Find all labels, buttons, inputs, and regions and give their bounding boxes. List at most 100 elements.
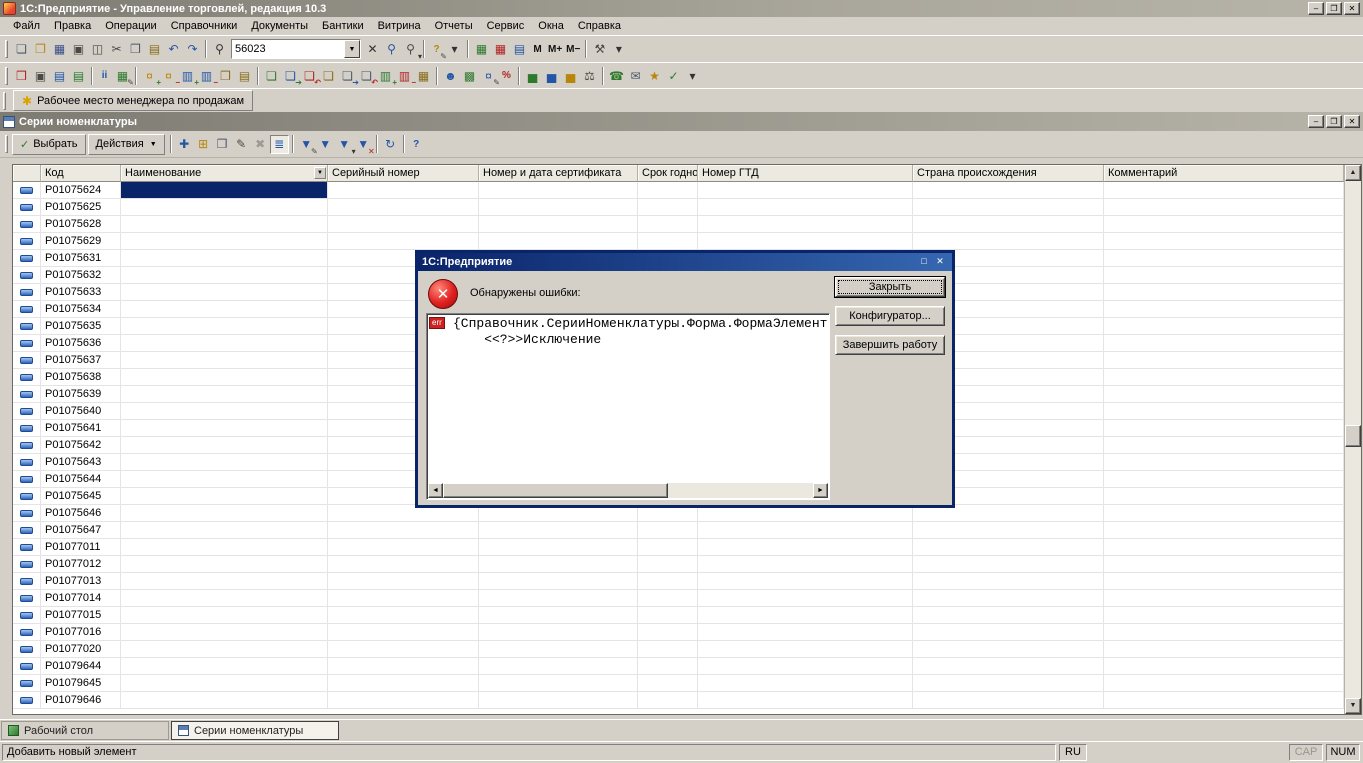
table-row[interactable]: P01075647 — [13, 522, 1344, 539]
row-marker-cell[interactable] — [13, 267, 41, 284]
grid-cell[interactable] — [1104, 573, 1344, 590]
column-header[interactable]: Номер ГТД — [698, 165, 913, 182]
grid-cell[interactable] — [328, 607, 479, 624]
column-header[interactable]: Номер и дата сертификата — [479, 165, 638, 182]
row-marker-cell[interactable] — [13, 675, 41, 692]
search-combobox[interactable]: ▼ — [231, 39, 361, 59]
code-cell[interactable]: P01075636 — [41, 335, 121, 352]
memory-plus-icon[interactable]: М+ — [546, 40, 564, 59]
grid-cell[interactable] — [1104, 420, 1344, 437]
grid-cell[interactable] — [121, 675, 328, 692]
reports-icon[interactable]: ❒ — [12, 66, 31, 85]
inventory-icon[interactable]: ▦ — [414, 66, 433, 85]
grid-cell[interactable] — [121, 182, 328, 199]
grid-cell[interactable] — [913, 607, 1104, 624]
grid-cell[interactable] — [328, 590, 479, 607]
grid-cell[interactable] — [638, 607, 698, 624]
grid-cell[interactable] — [638, 590, 698, 607]
grid-cell[interactable] — [121, 692, 328, 709]
grid-cell[interactable] — [328, 641, 479, 658]
price-setting-icon[interactable]: ¤ ✎ — [479, 66, 500, 88]
grid-cell[interactable] — [1104, 233, 1344, 250]
menu-item[interactable]: Файл — [6, 18, 47, 34]
code-cell[interactable]: P01075647 — [41, 522, 121, 539]
discounts-icon[interactable]: % — [498, 66, 515, 85]
row-marker-cell[interactable] — [13, 641, 41, 658]
grid-cell[interactable] — [479, 590, 638, 607]
advance-report-icon[interactable]: ▤ — [235, 66, 254, 85]
purchase-invoice-icon[interactable]: ❏ ➔ — [338, 66, 359, 88]
code-cell[interactable]: P01077012 — [41, 556, 121, 573]
code-cell[interactable]: P01077020 — [41, 641, 121, 658]
grid-cell[interactable] — [698, 692, 913, 709]
grid-cell[interactable] — [1104, 658, 1344, 675]
grid-cell[interactable] — [638, 641, 698, 658]
grid-cell[interactable] — [121, 267, 328, 284]
table-row[interactable]: P01077014 — [13, 590, 1344, 607]
grid-cell[interactable] — [1104, 539, 1344, 556]
scroll-down-icon[interactable]: ▼ — [1345, 698, 1361, 714]
menu-item[interactable]: Справочники — [164, 18, 245, 34]
grid-cell[interactable] — [1104, 471, 1344, 488]
scroll-right-icon[interactable]: ► — [813, 483, 828, 498]
grid-cell[interactable] — [121, 624, 328, 641]
menu-item[interactable]: Операции — [98, 18, 163, 34]
close-icon[interactable]: ✕ — [1344, 2, 1360, 15]
child-close-icon[interactable]: ✕ — [1344, 115, 1360, 128]
code-cell[interactable]: P01079644 — [41, 658, 121, 675]
grid-cell[interactable] — [698, 641, 913, 658]
grid-cell[interactable] — [1104, 403, 1344, 420]
filter-by-value-icon[interactable]: ▼ ✎ — [297, 135, 317, 156]
cash-receipt-icon[interactable]: ¤ + — [140, 66, 161, 88]
row-marker-cell[interactable] — [13, 624, 41, 641]
row-marker-cell[interactable] — [13, 437, 41, 454]
grid-cell[interactable] — [913, 556, 1104, 573]
copy-item-icon[interactable]: ❒ — [213, 135, 232, 154]
row-marker-cell[interactable] — [13, 386, 41, 403]
delete-item-icon[interactable]: ✖ — [251, 135, 270, 154]
grid-cell[interactable] — [1104, 556, 1344, 573]
events-icon[interactable]: ★ — [645, 66, 664, 85]
code-cell[interactable]: P01075642 — [41, 437, 121, 454]
menu-item[interactable]: Отчеты — [428, 18, 480, 34]
menu-item[interactable]: Бантики — [315, 18, 371, 34]
search-input[interactable] — [232, 40, 344, 58]
payment-out-icon[interactable]: ▥ − — [197, 66, 218, 88]
mail-icon[interactable]: ✉ — [626, 66, 645, 85]
print-preview-icon[interactable]: ◫ — [88, 40, 107, 59]
restore-icon[interactable]: ❐ — [1326, 2, 1342, 15]
grid-cell[interactable] — [638, 539, 698, 556]
row-marker-cell[interactable] — [13, 403, 41, 420]
menu-item[interactable]: Сервис — [480, 18, 532, 34]
table-row[interactable]: P01077020 — [13, 641, 1344, 658]
grid-cell[interactable] — [328, 199, 479, 216]
grid-cell[interactable] — [1104, 641, 1344, 658]
grid-cell[interactable] — [698, 573, 913, 590]
spreadsheet-icon[interactable]: ▦ — [472, 40, 491, 59]
code-cell[interactable]: P01079646 — [41, 692, 121, 709]
child-restore-icon[interactable]: ❐ — [1326, 115, 1342, 128]
grid-cell[interactable] — [121, 301, 328, 318]
grid-cell[interactable] — [698, 233, 913, 250]
grid-cell[interactable] — [913, 692, 1104, 709]
row-marker-cell[interactable] — [13, 233, 41, 250]
toolbar-grip[interactable] — [5, 66, 8, 85]
grid-cell[interactable] — [1104, 369, 1344, 386]
clear-filter-icon[interactable]: ▼ ✕ — [354, 135, 374, 156]
grid-cell[interactable] — [913, 182, 1104, 199]
grid-cell[interactable] — [479, 692, 638, 709]
syntax-help-icon[interactable]: ? ✎ — [428, 40, 447, 61]
grid-cell[interactable] — [328, 573, 479, 590]
code-cell[interactable]: P01075643 — [41, 454, 121, 471]
grid-cell[interactable] — [328, 233, 479, 250]
new-document-icon[interactable]: ❏ — [12, 40, 31, 59]
grid-cell[interactable] — [698, 624, 913, 641]
row-marker-cell[interactable] — [13, 607, 41, 624]
row-marker-cell[interactable] — [13, 471, 41, 488]
row-marker-cell[interactable] — [13, 369, 41, 386]
row-marker-cell[interactable] — [13, 250, 41, 267]
grid-cell[interactable] — [638, 624, 698, 641]
code-cell[interactable]: P01077011 — [41, 539, 121, 556]
column-header[interactable]: Наименование ▼ — [121, 165, 328, 182]
cut-icon[interactable]: ✂ — [107, 40, 126, 59]
